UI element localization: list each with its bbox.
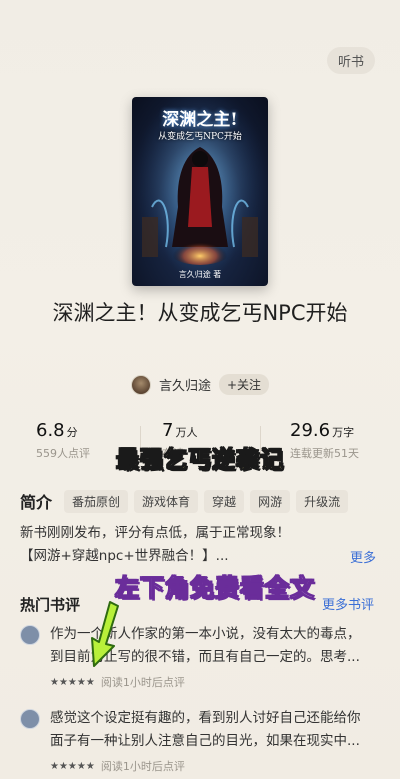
intro-line-2: 【网游+穿越npc+世界融合！】... <box>20 548 229 564</box>
words-unit: 万字 <box>332 426 355 439</box>
intro-line-1: 新书刚刚发布，评分有点低，属于正常现象！ <box>20 525 290 541</box>
tag-time-travel[interactable]: 穿越 <box>204 489 245 513</box>
author-name[interactable]: 言久归途 <box>159 375 211 394</box>
readers-value: 7 <box>162 420 174 441</box>
words-value: 29.6 <box>290 420 331 441</box>
review-time: 阅读1小时后点评 <box>100 676 185 689</box>
review-item[interactable]: 作为一个新人作家的第一本小说，没有太大的毒点， 到目前为止写的很不错，而且有自己… <box>20 623 380 693</box>
star-rating: ★★★★★ <box>50 676 95 688</box>
review-meta: ★★★★★ 阅读1小时后点评 <box>50 758 185 774</box>
cover-author: 言久归途 著 <box>178 270 222 279</box>
rating-value: 6.8 <box>36 420 65 441</box>
book-cover[interactable]: 深渊之主! 从变成乞丐NPC开始 言久归途 著 <box>132 97 268 286</box>
intro-description[interactable]: 新书刚刚发布，评分有点低，属于正常现象！ 【网游+穿越npc+世界融合！】... <box>20 522 340 568</box>
stat-rating[interactable]: 6.8 分 559人点评 <box>36 420 90 461</box>
review-time: 阅读1小时后点评 <box>100 760 185 773</box>
author-row: 言久归途 +关注 <box>0 374 400 395</box>
rating-count: 559人点评 <box>36 447 90 460</box>
follow-button[interactable]: +关注 <box>218 374 270 395</box>
cover-title: 深渊之主! <box>162 110 238 130</box>
tag-level-up[interactable]: 升级流 <box>296 489 349 513</box>
reviewer-avatar[interactable] <box>20 625 40 645</box>
review-line: 感觉这个设定挺有趣的，看到别人讨好自己还能给你 <box>50 710 361 726</box>
reviewer-avatar[interactable] <box>20 709 40 729</box>
author-avatar[interactable] <box>130 374 151 395</box>
intro-tags-row: 简介 番茄原创 游戏体育 穿越 网游 升级流 <box>20 489 349 513</box>
intro-label: 简介 <box>20 493 53 512</box>
review-line: 面子有一种让别人注意自己的目光，如果在现实中... <box>50 733 360 749</box>
tag-online-game[interactable]: 网游 <box>250 489 291 513</box>
down-left-arrow-icon <box>91 601 119 667</box>
intro-more-link[interactable]: 更多 <box>350 547 376 566</box>
book-title: 深渊之主！从变成乞丐NPC开始 <box>52 301 348 325</box>
rating-unit: 分 <box>66 426 78 439</box>
readers-unit: 万人 <box>175 426 198 439</box>
listen-button[interactable]: 听书 <box>327 47 375 74</box>
review-text: 感觉这个设定挺有趣的，看到别人讨好自己还能给你 面子有一种让别人注意自己的目光，… <box>50 707 380 753</box>
cover-subtitle: 从变成乞丐NPC开始 <box>158 132 242 142</box>
cta-overlay: 左下角免费看全文 <box>115 574 315 603</box>
review-item[interactable]: 感觉这个设定挺有趣的，看到别人讨好自己还能给你 面子有一种让别人注意自己的目光，… <box>20 707 380 777</box>
tag-games-sports[interactable]: 游戏体育 <box>134 489 199 513</box>
review-meta: ★★★★★ 阅读1小时后点评 <box>50 674 185 690</box>
tag-fanqie-original[interactable]: 番茄原创 <box>64 489 129 513</box>
star-rating: ★★★★★ <box>50 760 95 772</box>
headline-overlay: 最强乞丐逆袭记 <box>116 447 284 474</box>
